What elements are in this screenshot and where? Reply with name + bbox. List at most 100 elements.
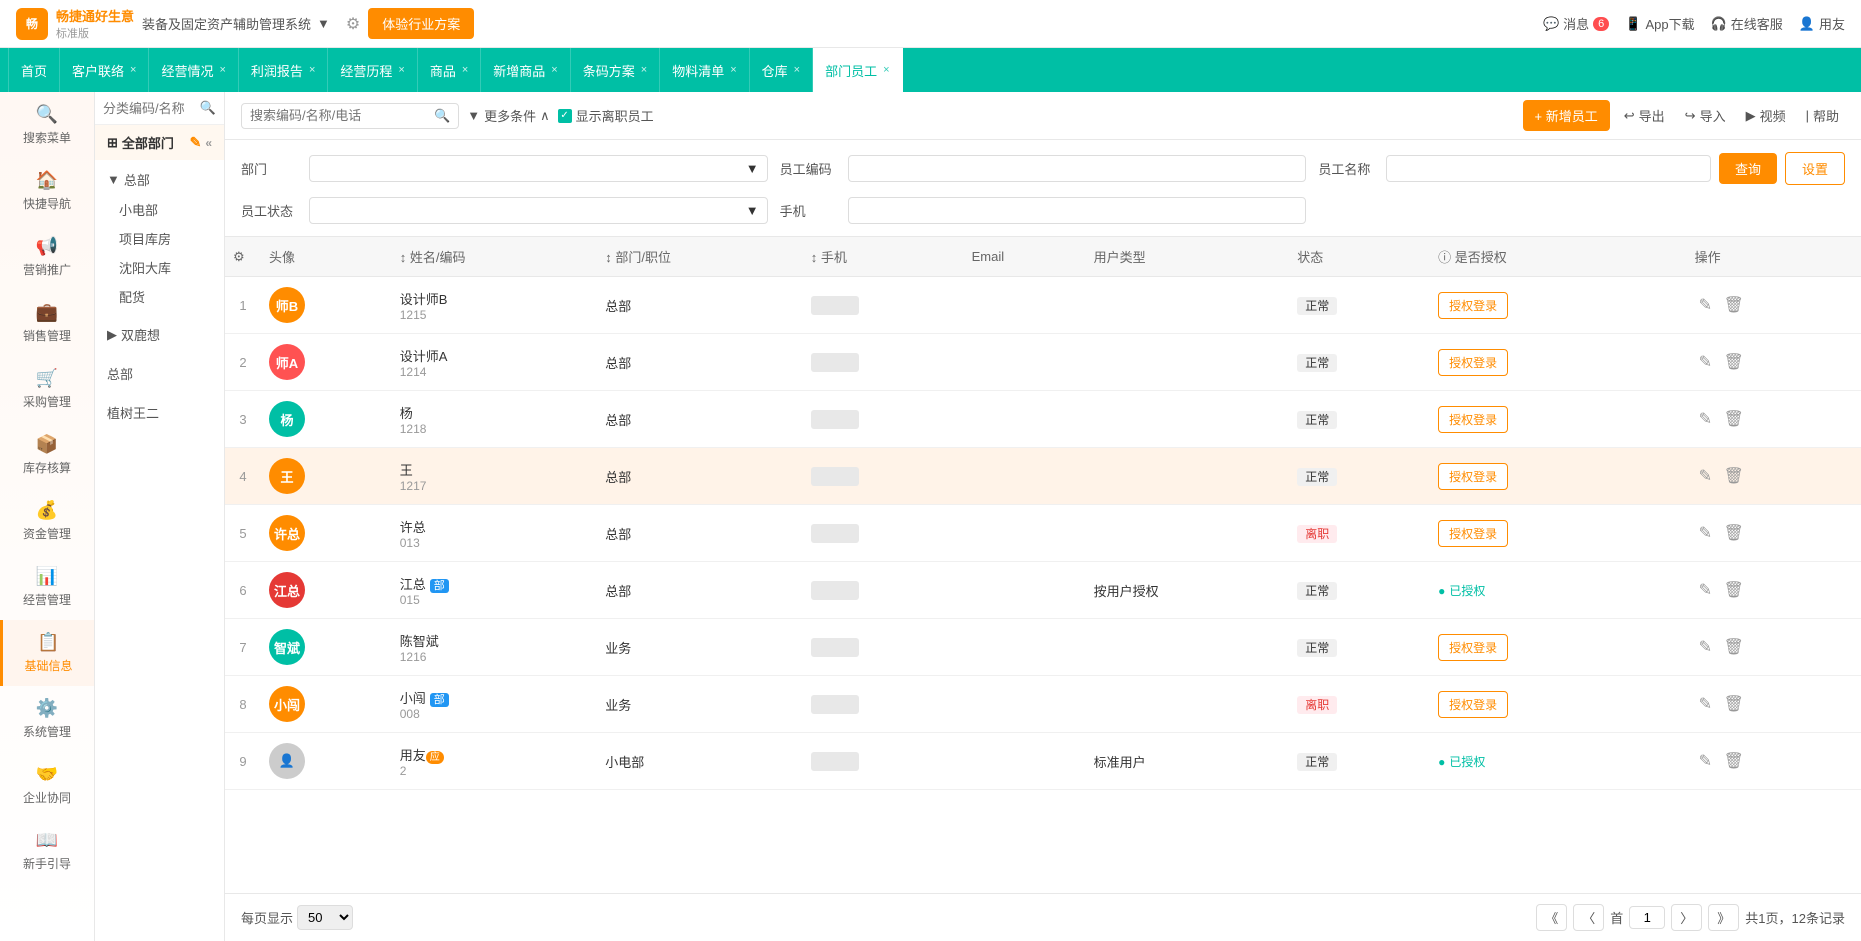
edit-btn[interactable]: ✎ (1695, 297, 1716, 314)
phone-input[interactable] (848, 197, 1307, 224)
nav-item-barcode[interactable]: 条码方案 × (571, 48, 660, 92)
nav-item-customer[interactable]: 客户联络 × (60, 48, 149, 92)
sidebar-item-purchase[interactable]: 🛒 采购管理 (0, 356, 94, 422)
search-icon[interactable]: 🔍 (434, 108, 450, 124)
nav-item-operation[interactable]: 经营情况 × (149, 48, 238, 92)
settings-icon[interactable]: ⚙ (233, 249, 245, 264)
th-gear[interactable]: ⚙ (225, 237, 261, 277)
sidebar-item-guide[interactable]: 📖 新手引导 (0, 818, 94, 884)
auth-btn[interactable]: 授权登录 (1438, 520, 1508, 547)
export-btn[interactable]: ↩ 导出 (1618, 102, 1671, 129)
nav-item-history[interactable]: 经营历程 × (328, 48, 417, 92)
sidebar-item-quicknav[interactable]: 🏠 快捷导航 (0, 158, 94, 224)
sidebar-item-search[interactable]: 🔍 搜索菜单 (0, 92, 94, 158)
add-employee-btn[interactable]: + 新增员工 (1523, 100, 1610, 131)
query-btn[interactable]: 查询 (1719, 153, 1777, 184)
delete-btn[interactable]: 🗑 (1720, 639, 1748, 656)
edit-btn[interactable]: ✎ (1695, 468, 1716, 485)
nav-item-goods[interactable]: 商品 × (418, 48, 481, 92)
auth-btn[interactable]: 授权登录 (1438, 691, 1508, 718)
prev-page-btn[interactable]: 〈 (1573, 904, 1604, 931)
online-service-btn[interactable]: 🎧 在线客服 (1711, 14, 1783, 33)
delete-btn[interactable]: 🗑 (1720, 468, 1748, 485)
sidebar-item-biz[interactable]: 📊 经营管理 (0, 554, 94, 620)
dept-search-icon[interactable]: 🔍 (200, 100, 216, 116)
edit-btn[interactable]: ✎ (1695, 753, 1716, 770)
delete-btn[interactable]: 🗑 (1720, 525, 1748, 542)
th-name[interactable]: ↕ 姓名/编码 (392, 237, 597, 277)
auth-btn[interactable]: 授权登录 (1438, 292, 1508, 319)
more-conditions-btn[interactable]: ▼ 更多条件 ∧ (467, 106, 549, 125)
nav-item-home[interactable]: 首页 (8, 48, 60, 92)
th-phone[interactable]: ↕ 手机 (803, 237, 964, 277)
spacer-cell (1646, 391, 1686, 448)
dept-all-item[interactable]: ⊞ 全部部门 ✎ « (95, 125, 224, 160)
edit-btn[interactable]: ✎ (1695, 525, 1716, 542)
th-auth[interactable]: ⓘ 是否授权 (1430, 237, 1646, 277)
dept-item-shenyang[interactable]: 沈阳大库 (95, 253, 224, 282)
avatar-cell: 师B (261, 277, 392, 334)
show-resigned-checkbox[interactable]: ✓ (558, 109, 572, 123)
edit-btn[interactable]: ✎ (1695, 582, 1716, 599)
gear-icon[interactable]: ⚙ (346, 14, 360, 34)
status-filter-select[interactable]: ▼ (309, 197, 768, 224)
auth-btn[interactable]: 授权登录 (1438, 463, 1508, 490)
nav-item-new-goods[interactable]: 新增商品 × (481, 48, 570, 92)
view-btn[interactable]: ▶ 视频 (1740, 102, 1792, 129)
system-dropdown-arrow[interactable]: ▼ (317, 16, 330, 31)
delete-btn[interactable]: 🗑 (1720, 297, 1748, 314)
auth-btn[interactable]: 授权登录 (1438, 406, 1508, 433)
edit-btn[interactable]: ✎ (1695, 639, 1716, 656)
search-input[interactable] (250, 108, 430, 123)
app-download-btn[interactable]: 📱 App下载 (1625, 14, 1694, 33)
edit-btn[interactable]: ✎ (1695, 411, 1716, 428)
sidebar-item-finance[interactable]: 💰 资金管理 (0, 488, 94, 554)
try-btn[interactable]: 体验行业方案 (368, 8, 474, 39)
dept-group-title-zhishu[interactable]: 植树王二 (95, 397, 224, 428)
dept-group-title-zongbu2[interactable]: 总部 (95, 358, 224, 389)
help-btn[interactable]: | 帮助 (1800, 102, 1845, 129)
dept-item-xiaodian[interactable]: 小电部 (95, 195, 224, 224)
user-btn[interactable]: 👤 用友 (1799, 14, 1845, 33)
last-page-btn[interactable]: 》 (1708, 904, 1739, 931)
delete-btn[interactable]: 🗑 (1720, 753, 1748, 770)
delete-btn[interactable]: 🗑 (1720, 696, 1748, 713)
th-dept[interactable]: ↕ 部门/职位 (597, 237, 802, 277)
dept-edit-icon[interactable]: ✎ (190, 134, 202, 151)
message-btn[interactable]: 💬 消息 6 (1543, 14, 1609, 33)
sidebar-item-sales[interactable]: 💼 销售管理 (0, 290, 94, 356)
auth-btn[interactable]: 授权登录 (1438, 634, 1508, 661)
sidebar-item-basic[interactable]: 📋 基础信息 (0, 620, 94, 686)
sidebar-item-marketing[interactable]: 📢 营销推广 (0, 224, 94, 290)
nav-item-profit[interactable]: 利润报告 × (239, 48, 328, 92)
show-resigned-toggle[interactable]: ✓ 显示离职员工 (558, 106, 654, 125)
dept-group-title-shuanglu[interactable]: ▶ 双鹿想 (95, 319, 224, 350)
dept-filter-select[interactable]: ▼ (309, 155, 768, 182)
first-page-btn[interactable]: 《 (1536, 904, 1567, 931)
delete-btn[interactable]: 🗑 (1720, 582, 1748, 599)
employee-code-input[interactable] (848, 155, 1307, 182)
logo-sub: 标准版 (56, 25, 134, 41)
sidebar-item-collab[interactable]: 🤝 企业协同 (0, 752, 94, 818)
employee-name-input[interactable] (1386, 155, 1711, 182)
page-number-input[interactable] (1629, 906, 1665, 929)
reset-btn[interactable]: 设置 (1785, 152, 1845, 185)
dept-item-peihuo[interactable]: 配货 (95, 282, 224, 311)
delete-btn[interactable]: 🗑 (1720, 411, 1748, 428)
delete-btn[interactable]: 🗑 (1720, 354, 1748, 371)
nav-item-warehouse[interactable]: 仓库 × (750, 48, 813, 92)
sidebar-item-inventory[interactable]: 📦 库存核算 (0, 422, 94, 488)
dept-search-input[interactable] (103, 101, 196, 116)
edit-btn[interactable]: ✎ (1695, 696, 1716, 713)
dept-group-title-zongbu[interactable]: ▼ 总部 (95, 164, 224, 195)
next-page-btn[interactable]: 〉 (1671, 904, 1702, 931)
import-btn[interactable]: ↪ 导入 (1679, 102, 1732, 129)
sidebar-item-system[interactable]: ⚙️ 系统管理 (0, 686, 94, 752)
edit-btn[interactable]: ✎ (1695, 354, 1716, 371)
auth-btn[interactable]: 授权登录 (1438, 349, 1508, 376)
nav-item-dept-staff[interactable]: 部门员工 × (813, 48, 902, 92)
page-size-select[interactable]: 50 100 200 (297, 905, 353, 930)
dept-item-xiangmu[interactable]: 项目库房 (95, 224, 224, 253)
dept-collapse-icon[interactable]: « (205, 136, 212, 150)
nav-item-bom[interactable]: 物料清单 × (660, 48, 749, 92)
